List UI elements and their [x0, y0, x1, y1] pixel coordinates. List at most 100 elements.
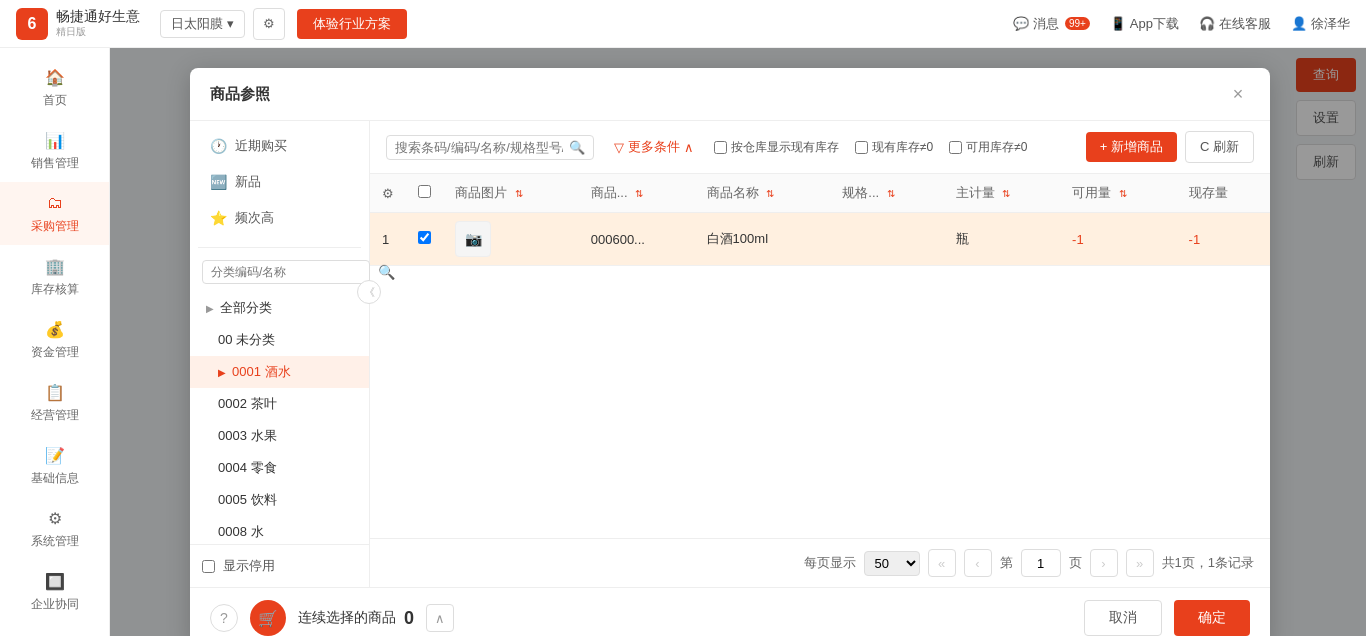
- add-product-button[interactable]: + 新增商品: [1086, 132, 1177, 162]
- message-item[interactable]: 💬 消息 99+: [1013, 15, 1090, 33]
- sidebar-item-operations[interactable]: 📋 经营管理: [0, 371, 109, 434]
- row-checkbox[interactable]: [418, 231, 431, 244]
- sidebar-item-finance[interactable]: 💰 资金管理: [0, 308, 109, 371]
- select-all-checkbox[interactable]: [418, 185, 431, 198]
- confirm-button[interactable]: 确定: [1174, 600, 1250, 636]
- category-search-input[interactable]: [202, 260, 370, 284]
- th-code: 商品... ⇅: [579, 174, 695, 213]
- category-all[interactable]: ▶ 全部分类: [190, 292, 369, 324]
- search-icon[interactable]: 🔍: [569, 140, 585, 155]
- modal-title: 商品参照: [210, 85, 270, 104]
- new-products-tab[interactable]: 🆕 新品: [198, 165, 361, 199]
- th-stock: 现存量: [1177, 174, 1270, 213]
- online-service-label: 在线客服: [1219, 15, 1271, 33]
- category-0002[interactable]: 0002 茶叶: [190, 388, 369, 420]
- page-input[interactable]: [1021, 549, 1061, 577]
- message-badge: 99+: [1065, 17, 1090, 30]
- refresh-table-button[interactable]: C 刷新: [1185, 131, 1254, 163]
- sidebar-item-system[interactable]: ⚙ 系统管理: [0, 497, 109, 560]
- sidebar-item-purchase[interactable]: 🗂 采购管理: [0, 182, 109, 245]
- new-icon: 🆕: [210, 174, 227, 190]
- per-page-label: 每页显示: [804, 554, 856, 572]
- footer-collapse-button[interactable]: ∧: [426, 604, 454, 632]
- modal-close-button[interactable]: ×: [1226, 82, 1250, 106]
- td-checkbox[interactable]: [406, 213, 443, 266]
- gear-icon: ⚙: [263, 16, 275, 31]
- td-spec: [830, 213, 943, 266]
- settings-icon[interactable]: ⚙: [382, 186, 394, 201]
- sidebar-item-label: 首页: [43, 92, 67, 109]
- per-page-select[interactable]: 50 100 200: [864, 551, 920, 576]
- sort-icon[interactable]: ⇅: [766, 188, 774, 199]
- category-0008[interactable]: 0008 水: [190, 516, 369, 544]
- user-item[interactable]: 👤 徐泽华: [1291, 15, 1350, 33]
- sidebar-item-enterprise[interactable]: 🔲 企业协同: [0, 560, 109, 623]
- category-00[interactable]: 00 未分类: [190, 324, 369, 356]
- navbar: 6 畅捷通好生意 精日版 日太阳膜 ▾ ⚙ 体验行业方案 💬 消息 99+ 📱 …: [0, 0, 1366, 48]
- category-search-icon[interactable]: 🔍: [378, 264, 395, 280]
- arrow-icon: ▶: [218, 367, 226, 378]
- checkbox-available-label[interactable]: 可用库存≠0: [949, 139, 1027, 156]
- category-0001[interactable]: ▶ 0001 酒水: [190, 356, 369, 388]
- sort-icon[interactable]: ⇅: [1002, 188, 1010, 199]
- collapse-panel-button[interactable]: 《: [357, 280, 381, 304]
- more-filter-button[interactable]: ▽ 更多条件 ∧: [606, 134, 702, 160]
- gear-button[interactable]: ⚙: [253, 8, 285, 40]
- question-mark-icon: ?: [220, 610, 228, 626]
- total-info: 共1页，1条记录: [1162, 554, 1254, 572]
- sidebar-item-home[interactable]: 🏠 首页: [0, 56, 109, 119]
- frequent-tab[interactable]: ⭐ 频次高: [198, 201, 361, 235]
- show-disabled-label[interactable]: 显示停用: [223, 557, 275, 575]
- modal-header: 商品参照 ×: [190, 68, 1270, 121]
- recent-tab-label: 近期购买: [235, 137, 287, 155]
- category-0003[interactable]: 0003 水果: [190, 420, 369, 452]
- next-page-button[interactable]: ›: [1090, 549, 1118, 577]
- cart-label: 连续选择的商品 0: [298, 608, 414, 629]
- sales-icon: 📊: [44, 129, 66, 151]
- sidebar-item-inventory[interactable]: 🏢 库存核算: [0, 245, 109, 308]
- table-row[interactable]: 1 📷 000600...: [370, 213, 1270, 266]
- sidebar-item-basic[interactable]: 📝 基础信息: [0, 434, 109, 497]
- th-image: 商品图片 ⇅: [443, 174, 579, 213]
- experience-button[interactable]: 体验行业方案: [297, 9, 407, 39]
- prev-page-button[interactable]: ‹: [964, 549, 992, 577]
- recent-purchase-tab[interactable]: 🕐 近期购买: [198, 129, 361, 163]
- product-search-input[interactable]: [395, 140, 563, 155]
- th-select-all[interactable]: [406, 174, 443, 213]
- sidebar-item-label: 企业协同: [31, 596, 79, 613]
- checkbox-warehouse[interactable]: [714, 141, 727, 154]
- sort-icon[interactable]: ⇅: [515, 188, 523, 199]
- checkbox-existing-label[interactable]: 现有库存≠0: [855, 139, 933, 156]
- home-icon: 🏠: [44, 66, 66, 88]
- logo: 6 畅捷通好生意 精日版: [16, 8, 140, 40]
- checkbox-warehouse-label[interactable]: 按仓库显示现有库存: [714, 139, 839, 156]
- sort-icon[interactable]: ⇅: [887, 188, 895, 199]
- cancel-button[interactable]: 取消: [1084, 600, 1162, 636]
- panel-divider: [198, 247, 361, 248]
- last-page-button[interactable]: »: [1126, 549, 1154, 577]
- category-0004[interactable]: 0004 零食: [190, 452, 369, 484]
- help-button[interactable]: ?: [210, 604, 238, 632]
- logo-icon: 6: [16, 8, 48, 40]
- checkbox-available[interactable]: [949, 141, 962, 154]
- headset-icon: 🎧: [1199, 16, 1215, 31]
- sidebar-item-label: 资金管理: [31, 344, 79, 361]
- sidebar-item-guide[interactable]: 🎯 新手引导: [0, 623, 109, 636]
- category-tree: ▶ 全部分类 00 未分类 ▶ 0001 酒水 0002 茶叶: [190, 292, 369, 544]
- sort-icon[interactable]: ⇅: [635, 188, 643, 199]
- cart-button[interactable]: 🛒: [250, 600, 286, 636]
- category-0005[interactable]: 0005 饮料: [190, 484, 369, 516]
- show-disabled-checkbox[interactable]: [202, 560, 215, 573]
- store-dropdown[interactable]: 日太阳膜 ▾: [160, 10, 245, 38]
- sidebar-item-sales[interactable]: 📊 销售管理: [0, 119, 109, 182]
- sort-icon[interactable]: ⇅: [1119, 188, 1127, 199]
- sidebar-item-label: 采购管理: [31, 218, 79, 235]
- app-download-item[interactable]: 📱 App下载: [1110, 15, 1179, 33]
- online-service-item[interactable]: 🎧 在线客服: [1199, 15, 1271, 33]
- image-placeholder-icon: 📷: [465, 231, 482, 247]
- table-body: 1 📷 000600...: [370, 213, 1270, 266]
- cart-count: 0: [404, 608, 414, 629]
- first-page-button[interactable]: «: [928, 549, 956, 577]
- checkbox-existing[interactable]: [855, 141, 868, 154]
- product-thumbnail: 📷: [455, 221, 491, 257]
